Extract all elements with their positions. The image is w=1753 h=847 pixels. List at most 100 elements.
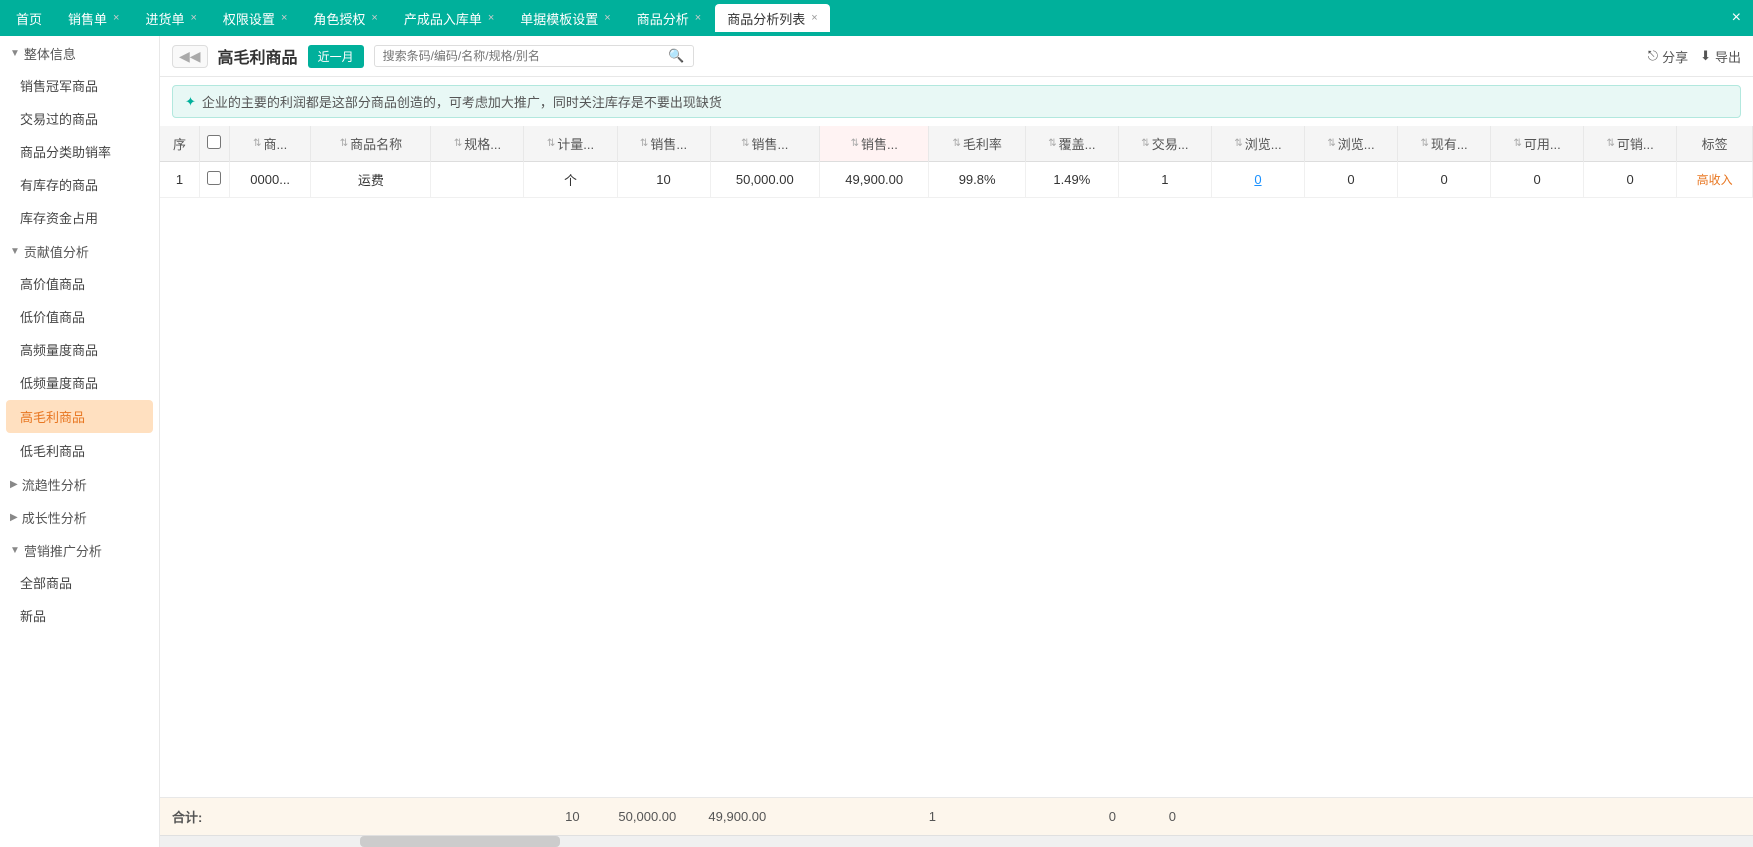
col-sales-qty[interactable]: ⇅ 销售... [617, 126, 710, 162]
footer-available: 0 [1142, 809, 1202, 824]
footer-transaction: 1 [902, 809, 962, 824]
table-footer: 合计: 10 50,000.00 49,900.00 1 0 [160, 797, 1753, 835]
tab-close-purchase-order[interactable]: × [190, 12, 196, 24]
col-browse1[interactable]: ⇅ 浏览... [1211, 126, 1304, 162]
col-transaction[interactable]: ⇅ 交易... [1118, 126, 1211, 162]
table-row: 1 0000... 运费 个 10 50,000.00 49,900.00 99 [160, 162, 1753, 198]
tab-permission-setup[interactable]: 权限设置 × [211, 4, 299, 32]
col-sellable[interactable]: ⇅ 可销... [1584, 126, 1677, 162]
cell-unit: 个 [524, 162, 617, 198]
collapse-sidebar-button[interactable]: ◀◀ [172, 45, 208, 68]
sort-icon-sales-amount: ⇅ [741, 138, 749, 149]
cell-available: 0 [1491, 162, 1584, 198]
sidebar-group-marketing-analysis[interactable]: ▼ 营销推广分析 [0, 533, 159, 566]
sidebar-group-financial-analysis[interactable]: ▼ 贡献值分析 [0, 234, 159, 267]
tab-close-template-settings[interactable]: × [604, 12, 610, 24]
share-icon: ⎋ [1648, 48, 1658, 64]
tab-product-analysis[interactable]: 商品分析 × [625, 4, 713, 32]
tab-close-permission-setup[interactable]: × [281, 12, 287, 24]
cell-browse1[interactable]: 0 [1211, 162, 1304, 198]
col-available[interactable]: ⇅ 可用... [1491, 126, 1584, 162]
sort-icon-sales-qty: ⇅ [640, 138, 648, 149]
sort-icon-transaction: ⇅ [1141, 138, 1149, 149]
content-header: ◀◀ 高毛利商品 近一月 🔍 ⎋ 分享 ⬇ 导出 [160, 36, 1753, 77]
tab-role-permission[interactable]: 角色授权 × [301, 4, 389, 32]
sort-icon-available: ⇅ [1513, 138, 1521, 149]
col-coverage[interactable]: ⇅ 覆盖... [1025, 126, 1118, 162]
scrollbar-thumb[interactable] [360, 836, 560, 847]
cell-checkbox [199, 162, 229, 198]
sidebar-item-low-freq[interactable]: 低频量度商品 [0, 366, 159, 399]
sidebar-group-growth-analysis[interactable]: ▶ 成长性分析 [0, 500, 159, 533]
sort-icon-current-stock: ⇅ [1420, 138, 1428, 149]
col-product-code[interactable]: ⇅ 商... [229, 126, 311, 162]
tab-purchase-order[interactable]: 进货单 × [133, 4, 208, 32]
tab-close-product-entry[interactable]: × [488, 12, 494, 24]
sidebar-group-overall-info[interactable]: ▼ 整体信息 [0, 36, 159, 69]
col-tag: 标签 [1677, 126, 1753, 162]
info-icon: ✦ [185, 94, 196, 110]
tab-close-product-analysis[interactable]: × [695, 12, 701, 24]
sidebar: ▼ 整体信息 销售冠军商品 交易过的商品 商品分类助销率 有库存的商品 库存资金… [0, 36, 160, 847]
footer-current-stock: 0 [1082, 809, 1142, 824]
cell-sellable: 0 [1584, 162, 1677, 198]
col-checkbox [199, 126, 229, 162]
sidebar-item-low-margin[interactable]: 低毛利商品 [0, 434, 159, 467]
sidebar-item-stocked-products[interactable]: 有库存的商品 [0, 168, 159, 201]
tab-product-analysis-list[interactable]: 商品分析列表 × [715, 4, 829, 32]
sidebar-item-high-price[interactable]: 高价值商品 [0, 267, 159, 300]
sidebar-item-inventory-capital[interactable]: 库存资金占用 [0, 201, 159, 234]
sort-icon-product-name: ⇅ [340, 138, 348, 149]
sort-icon-browse1: ⇅ [1234, 138, 1242, 149]
sidebar-item-high-margin[interactable]: 高毛利商品 [6, 400, 153, 433]
tab-sales-order[interactable]: 销售单 × [56, 4, 131, 32]
cell-sales-amount: 50,000.00 [710, 162, 819, 198]
sidebar-group-trend-analysis[interactable]: ▶ 流趋性分析 [0, 467, 159, 500]
close-all-tabs[interactable]: × [1724, 9, 1749, 27]
sort-icon-spec: ⇅ [454, 138, 462, 149]
browse1-link[interactable]: 0 [1254, 172, 1261, 187]
sidebar-item-new-products[interactable]: 新品 [0, 599, 159, 632]
row-checkbox[interactable] [207, 171, 221, 185]
col-unit[interactable]: ⇅ 计量... [524, 126, 617, 162]
tab-close-sales-order[interactable]: × [113, 12, 119, 24]
sidebar-item-sales-ranking[interactable]: 销售冠军商品 [0, 69, 159, 102]
tab-close-role-permission[interactable]: × [371, 12, 377, 24]
col-sales-profit[interactable]: ⇅ 销售... [820, 126, 929, 162]
cell-product-code: 0000... [229, 162, 311, 198]
info-banner: ✦ 企业的主要的利润都是这部分商品创造的，可考虑加大推广，同时关注库存是不要出现… [172, 85, 1741, 118]
col-current-stock[interactable]: ⇅ 现有... [1398, 126, 1491, 162]
tab-product-entry[interactable]: 产成品入库单 × [392, 4, 506, 32]
sort-icon-coverage: ⇅ [1048, 138, 1056, 149]
search-icon[interactable]: 🔍 [668, 48, 684, 64]
sidebar-item-product-category-assist[interactable]: 商品分类助销率 [0, 135, 159, 168]
arrow-down-icon: ▼ [10, 48, 20, 59]
col-browse2[interactable]: ⇅ 浏览... [1304, 126, 1397, 162]
horizontal-scrollbar[interactable] [160, 835, 1753, 847]
col-product-name[interactable]: ⇅ 商品名称 [311, 126, 431, 162]
content-area: ◀◀ 高毛利商品 近一月 🔍 ⎋ 分享 ⬇ 导出 [160, 36, 1753, 847]
tab-close-product-analysis-list[interactable]: × [811, 12, 817, 24]
date-filter-button[interactable]: 近一月 [308, 45, 364, 68]
sidebar-item-traded-products[interactable]: 交易过的商品 [0, 102, 159, 135]
sidebar-item-high-freq[interactable]: 高频量度商品 [0, 333, 159, 366]
search-input[interactable] [383, 49, 665, 63]
select-all-checkbox[interactable] [207, 135, 221, 149]
sort-icon-sellable: ⇅ [1607, 138, 1615, 149]
col-gross-margin[interactable]: ⇅ 毛利率 [929, 126, 1025, 162]
data-table: 序 ⇅ 商... [160, 126, 1753, 198]
export-icon: ⬇ [1700, 48, 1711, 64]
sort-icon-gross-margin: ⇅ [952, 138, 960, 149]
share-button[interactable]: ⎋ 分享 [1648, 47, 1688, 66]
export-button[interactable]: ⬇ 导出 [1700, 47, 1741, 66]
sidebar-item-low-price[interactable]: 低价值商品 [0, 300, 159, 333]
tab-template-settings[interactable]: 单据模板设置 × [508, 4, 622, 32]
sidebar-item-all-products[interactable]: 全部商品 [0, 566, 159, 599]
tab-home[interactable]: 首页 [4, 4, 54, 32]
col-sales-amount[interactable]: ⇅ 销售... [710, 126, 819, 162]
header-actions: ⎋ 分享 ⬇ 导出 [1648, 47, 1741, 66]
sort-icon-unit: ⇅ [547, 138, 555, 149]
cell-browse2: 0 [1304, 162, 1397, 198]
col-spec[interactable]: ⇅ 规格... [431, 126, 524, 162]
footer-sales-profit: 49,900.00 [692, 809, 782, 824]
